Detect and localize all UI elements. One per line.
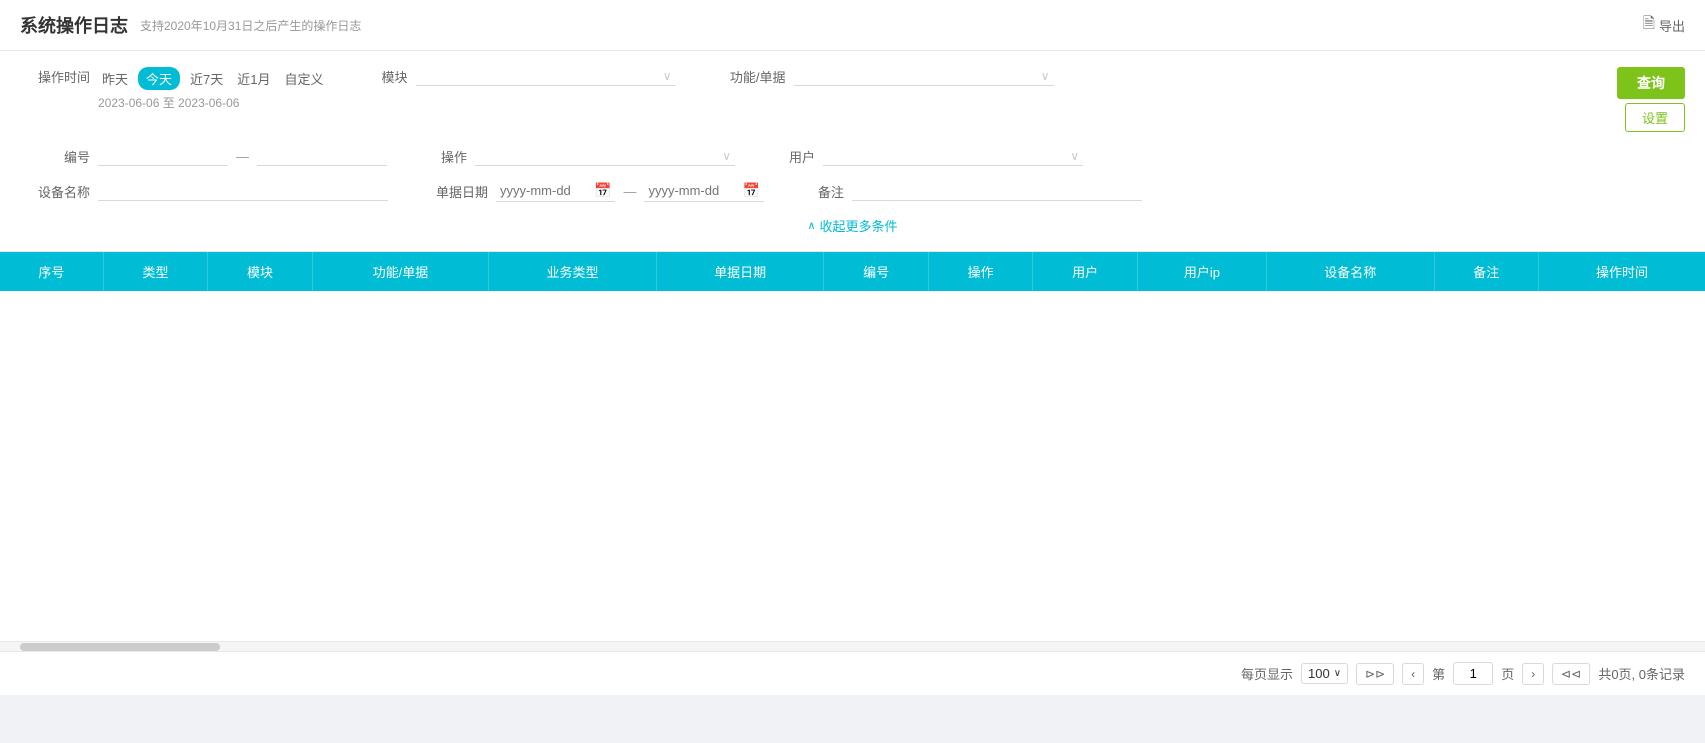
total-text: 共0页, 0条记录 [1598,664,1685,683]
time-label: 操作时间 [20,67,90,86]
col-serial: 序号 [0,252,103,291]
serial-from-input[interactable] [98,146,228,166]
data-table: 序号 类型 模块 功能/单据 业务类型 单据日期 编号 操作 用户 用户ip 设… [0,252,1705,291]
operation-select[interactable]: ∨ [475,147,735,166]
col-userip: 用户ip [1137,252,1266,291]
page-number-input[interactable] [1453,662,1493,685]
col-operation: 操作 [928,252,1032,291]
serial-label: 编号 [20,147,90,166]
scrollbar-thumb[interactable] [20,643,220,651]
col-remark: 备注 [1434,252,1538,291]
export-label: 导出 [1659,16,1685,35]
operation-chevron-icon: ∨ [722,149,731,163]
time-btn-custom[interactable]: 自定义 [281,67,328,90]
time-btn-1month[interactable]: 近1月 [233,67,274,90]
function-label: 功能/单据 [716,67,786,86]
time-btn-today[interactable]: 今天 [138,67,180,90]
module-label: 模块 [368,67,408,86]
main-content: 序号 类型 模块 功能/单据 业务类型 单据日期 编号 操作 用户 用户ip 设… [0,252,1705,641]
user-select[interactable]: ∨ [823,147,1083,166]
device-input[interactable] [98,181,388,201]
page-subtitle: 支持2020年10月31日之后产生的操作日志 [140,17,361,34]
calendar-from-icon[interactable]: 📅 [594,182,611,199]
empty-area [0,291,1705,641]
export-icon: 🗎 [1643,13,1655,38]
page-title: 系统操作日志 [20,12,128,38]
col-type: 类型 [103,252,207,291]
table-header-row: 序号 类型 模块 功能/单据 业务类型 单据日期 编号 操作 用户 用户ip 设… [0,252,1705,291]
query-button[interactable]: 查询 [1617,67,1685,99]
date-to-wrapper: 📅 [644,180,763,202]
time-range-text: 2023-06-06 至 2023-06-06 [98,94,328,111]
scrollbar-area[interactable] [0,641,1705,651]
user-label: 用户 [775,147,815,166]
collapse-arrow-icon: ∧ [807,219,815,232]
table-header: 序号 类型 模块 功能/单据 业务类型 单据日期 编号 操作 用户 用户ip 设… [0,252,1705,291]
per-page-chevron-icon: ∨ [1334,668,1341,679]
function-chevron-icon: ∨ [1041,69,1050,83]
col-function: 功能/单据 [312,252,488,291]
col-biztype: 业务类型 [489,252,657,291]
page-label-suffix: 页 [1501,664,1514,683]
time-btn-7days[interactable]: 近7天 [186,67,227,90]
next-page-button[interactable]: › [1522,663,1544,685]
collapse-label: 收起更多条件 [820,216,898,235]
export-button[interactable]: 🗎 导出 [1643,13,1685,38]
collapse-bar[interactable]: ∧ 收起更多条件 [20,210,1685,243]
col-number: 编号 [824,252,928,291]
per-page-value: 100 [1308,666,1330,681]
remark-input[interactable] [852,181,1142,201]
calendar-to-icon[interactable]: 📅 [742,182,759,199]
per-page-select[interactable]: 100 ∨ [1301,663,1348,684]
operation-label: 操作 [427,147,467,166]
serial-to-input[interactable] [257,146,387,166]
module-select[interactable]: ∨ [416,67,676,86]
footer-bar: 每页显示 100 ∨ ⊳⊳ ‹ 第 页 › ⊳⊳ 共0页, 0条记录 [0,651,1705,695]
col-optime: 操作时间 [1539,252,1705,291]
date-label: 单据日期 [428,182,488,201]
col-device: 设备名称 [1266,252,1434,291]
filter-panel: 操作时间 昨天 今天 近7天 近1月 自定义 2023-06-06 至 2023… [0,51,1705,252]
date-from-wrapper: 📅 [496,180,615,202]
date-from-input[interactable] [500,183,590,198]
time-filter-group: 昨天 今天 近7天 近1月 自定义 2023-06-06 至 2023-06-0… [98,67,328,111]
remark-label: 备注 [804,182,844,201]
serial-dash: — [236,149,249,164]
time-btn-yesterday[interactable]: 昨天 [98,67,132,90]
last-page-button[interactable]: ⊳⊳ [1552,663,1590,685]
page-header: 系统操作日志 支持2020年10月31日之后产生的操作日志 🗎 导出 [0,0,1705,51]
user-chevron-icon: ∨ [1070,149,1079,163]
first-page-button[interactable]: ⊳⊳ [1356,663,1394,685]
module-chevron-icon: ∨ [663,69,672,83]
function-select[interactable]: ∨ [794,67,1054,86]
right-actions: 查询 设置 [1617,67,1685,132]
prev-page-button[interactable]: ‹ [1402,663,1424,685]
per-page-label: 每页显示 [1241,664,1293,683]
device-label: 设备名称 [20,182,90,201]
date-dash: — [623,184,636,199]
date-to-input[interactable] [648,183,738,198]
col-module: 模块 [208,252,312,291]
settings-button[interactable]: 设置 [1625,103,1685,132]
col-docdate: 单据日期 [656,252,824,291]
collapse-text: ∧ 收起更多条件 [807,216,897,235]
page-label-prefix: 第 [1432,664,1445,683]
col-user: 用户 [1033,252,1137,291]
